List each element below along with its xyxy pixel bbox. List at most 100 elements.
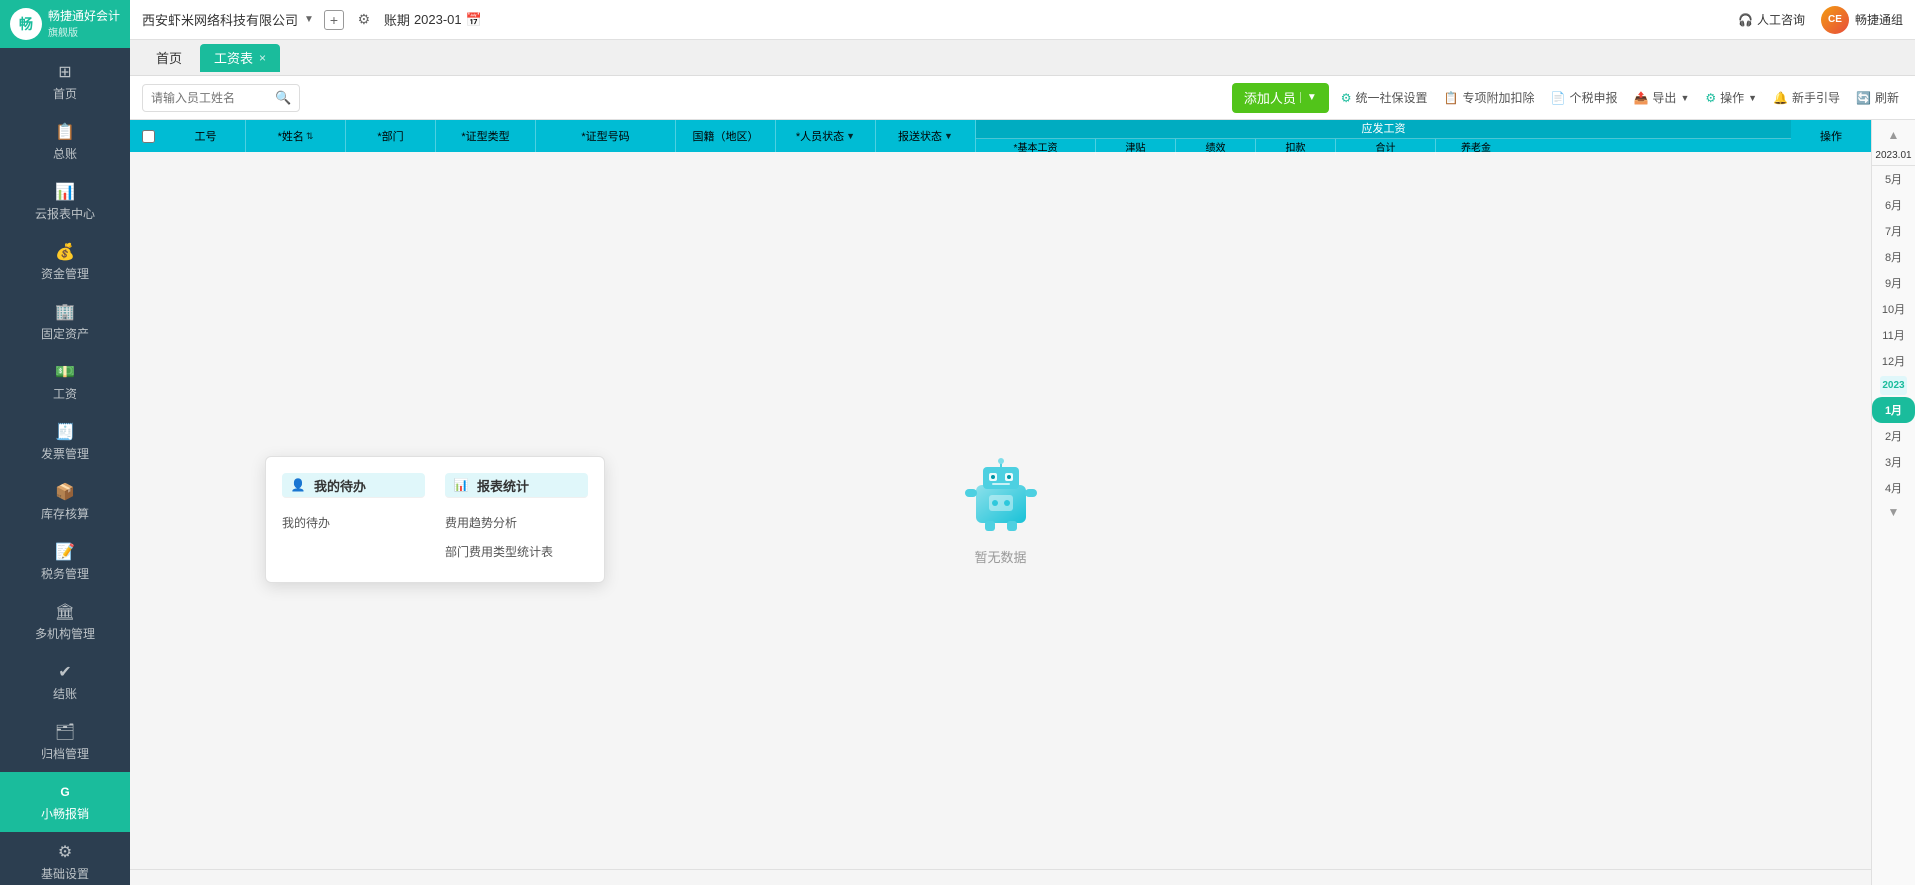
th-report: 报送状态 ▼: [876, 120, 976, 152]
dropdown-popup: 👤 我的待办 我的待办 📊 报表统计 费用趋势分析 部门费用类型统计表: [265, 456, 605, 583]
sidebar-item-home[interactable]: ⊞ 首页: [0, 52, 130, 112]
sidebar-item-label: 发票管理: [41, 445, 89, 462]
month-item-9[interactable]: 9月: [1872, 270, 1915, 296]
add-person-label: 添加人员: [1244, 88, 1296, 107]
tax-return-button[interactable]: 📄 个税申报: [1547, 89, 1622, 106]
month-item-6[interactable]: 6月: [1872, 192, 1915, 218]
month-item-12[interactable]: 12月: [1872, 348, 1915, 374]
sidebar-item-label: 云报表中心: [35, 205, 95, 222]
special-deduct-icon: 📋: [1444, 91, 1459, 105]
sidebar-logo[interactable]: 畅 畅捷通好会计 旗舰版: [0, 0, 130, 48]
month-item-5[interactable]: 5月: [1872, 166, 1915, 192]
month-item-7[interactable]: 7月: [1872, 218, 1915, 244]
toolbar: 🔍 添加人员 ▼ ⚙ 统一社保设置 📋 专项附加扣除 📄 个税申报: [130, 76, 1915, 120]
sidebar-item-ledger[interactable]: 📋 总账: [0, 112, 130, 172]
sidebar-item-invoice[interactable]: 🧾 发票管理: [0, 412, 130, 472]
status-filter-icon[interactable]: ▼: [846, 131, 855, 141]
name-sort-icon[interactable]: ⇅: [306, 131, 314, 142]
refresh-icon: 🔄: [1856, 91, 1871, 105]
sidebar-item-tax[interactable]: 📝 税务管理: [0, 532, 130, 592]
operation-label: 操作: [1720, 89, 1744, 106]
social-insurance-button[interactable]: ⚙ 统一社保设置: [1337, 89, 1432, 106]
new-guide-button[interactable]: 🔔 新手引导: [1769, 89, 1844, 106]
sidebar-nav: ⊞ 首页 📋 总账 📊 云报表中心 💰 资金管理 🏢 固定资产 💵 工资 🧾 发…: [0, 48, 130, 885]
add-company-button[interactable]: +: [324, 10, 344, 30]
month-item-1-active[interactable]: 1月: [1872, 397, 1915, 423]
topbar: 西安虾米网络科技有限公司 ▼ + ⚙ 账期 2023-01 📅 🎧 人工咨询 C…: [130, 0, 1915, 40]
sidebar-item-fund[interactable]: 💰 资金管理: [0, 232, 130, 292]
tab-salary-table[interactable]: 工资表 ×: [200, 44, 280, 72]
add-person-button[interactable]: 添加人员 ▼: [1232, 83, 1329, 113]
dropdown-col-mywork: 👤 我的待办 我的待办: [282, 473, 425, 566]
month-panel: ▲ 2023.01 5月 6月 7月 8月 9月 10月 11月 12月 202…: [1871, 120, 1915, 885]
dropdown-item-mywork[interactable]: 我的待办: [282, 508, 425, 537]
sidebar-item-inventory[interactable]: 📦 库存核算: [0, 472, 130, 532]
dropdown-col1-title: 👤 我的待办: [282, 473, 425, 498]
search-input[interactable]: [151, 91, 271, 105]
table-header-container: 工号 *姓名 ⇅ *部门 *证型类型 *证型号码: [130, 120, 1871, 152]
sidebar-item-xiaochang[interactable]: G 小畅报销: [0, 772, 130, 832]
th-idno: *证型号码: [536, 120, 676, 152]
month-item-10[interactable]: 10月: [1872, 296, 1915, 322]
select-all-checkbox[interactable]: [142, 130, 155, 143]
dropdown-item-dept-cost[interactable]: 部门费用类型统计表: [445, 537, 588, 566]
search-box: 🔍: [142, 84, 300, 112]
social-insurance-label: 统一社保设置: [1356, 89, 1428, 106]
multi-icon: 🏛: [55, 602, 75, 622]
settings-button[interactable]: ⚙: [354, 10, 374, 30]
refresh-label: 刷新: [1875, 89, 1899, 106]
company-name: 西安虾米网络科技有限公司: [142, 10, 298, 29]
user-button[interactable]: CE 畅捷通组: [1821, 6, 1903, 34]
month-item-4[interactable]: 4月: [1872, 475, 1915, 501]
company-arrow-icon: ▼: [304, 14, 314, 25]
sidebar-item-label: 小畅报销: [41, 805, 89, 822]
month-item-3[interactable]: 3月: [1872, 449, 1915, 475]
operation-button[interactable]: ⚙ 操作 ▼: [1701, 89, 1761, 106]
close-tab-icon[interactable]: ×: [259, 51, 266, 65]
period-display: 账期 2023-01 📅: [384, 10, 482, 29]
special-deduct-button[interactable]: 📋 专项附加扣除: [1440, 89, 1539, 106]
report-stat-icon: 📊: [451, 475, 471, 495]
operation-icon: ⚙: [1705, 91, 1716, 105]
export-button[interactable]: 📤 导出 ▼: [1629, 89, 1693, 106]
company-selector[interactable]: 西安虾米网络科技有限公司 ▼: [142, 10, 314, 29]
asset-icon: 🏢: [55, 302, 75, 322]
calendar-icon[interactable]: 📅: [466, 12, 482, 28]
content-area: 🔍 添加人员 ▼ ⚙ 统一社保设置 📋 专项附加扣除 📄 个税申报: [130, 76, 1915, 885]
sidebar-item-multi[interactable]: 🏛 多机构管理: [0, 592, 130, 652]
sidebar-item-label: 归档管理: [41, 745, 89, 762]
sidebar-item-asset[interactable]: 🏢 固定资产: [0, 292, 130, 352]
tab-salary-label: 工资表: [214, 48, 253, 67]
dropdown-item-cost-trend[interactable]: 费用趋势分析: [445, 508, 588, 537]
month-panel-down-arrow[interactable]: ▼: [1884, 501, 1904, 523]
tab-home[interactable]: 首页: [142, 44, 196, 72]
report-filter-icon[interactable]: ▼: [944, 131, 953, 141]
sidebar-item-basic[interactable]: ⚙ 基础设置: [0, 832, 130, 885]
dropdown-col2-title: 📊 报表统计: [445, 473, 588, 498]
new-guide-label: 新手引导: [1792, 89, 1840, 106]
logo-icon: 畅: [10, 8, 42, 40]
service-button[interactable]: 🎧 人工咨询: [1738, 11, 1805, 28]
month-item-2[interactable]: 2月: [1872, 423, 1915, 449]
dropdown-row: 👤 我的待办 我的待办 📊 报表统计 费用趋势分析 部门费用类型统计表: [282, 473, 588, 566]
sidebar-item-salary[interactable]: 💵 工资: [0, 352, 130, 412]
month-item-11[interactable]: 11月: [1872, 322, 1915, 348]
sidebar-item-label: 工资: [53, 385, 77, 402]
sidebar-item-label: 基础设置: [41, 865, 89, 882]
archive-icon: 🗂: [55, 722, 75, 742]
tax-return-icon: 📄: [1551, 91, 1566, 105]
main: 西安虾米网络科技有限公司 ▼ + ⚙ 账期 2023-01 📅 🎧 人工咨询 C…: [130, 0, 1915, 885]
sidebar-item-archive[interactable]: 🗂 归档管理: [0, 712, 130, 772]
th-checkbox[interactable]: [130, 130, 166, 143]
month-item-8[interactable]: 8月: [1872, 244, 1915, 270]
table-header-row1: 工号 *姓名 ⇅ *部门 *证型类型 *证型号码: [130, 120, 1871, 152]
month-panel-up-arrow[interactable]: ▲: [1884, 124, 1904, 146]
report-icon: 📊: [55, 182, 75, 202]
tabbar: 首页 工资表 ×: [130, 40, 1915, 76]
sidebar-item-settle[interactable]: ✔ 结账: [0, 652, 130, 712]
empty-state: 暂无数据: [961, 455, 1041, 566]
sidebar-item-report[interactable]: 📊 云报表中心: [0, 172, 130, 232]
refresh-button[interactable]: 🔄 刷新: [1852, 89, 1903, 106]
logo-sub: 旗舰版: [48, 24, 120, 39]
new-guide-icon: 🔔: [1773, 91, 1788, 105]
